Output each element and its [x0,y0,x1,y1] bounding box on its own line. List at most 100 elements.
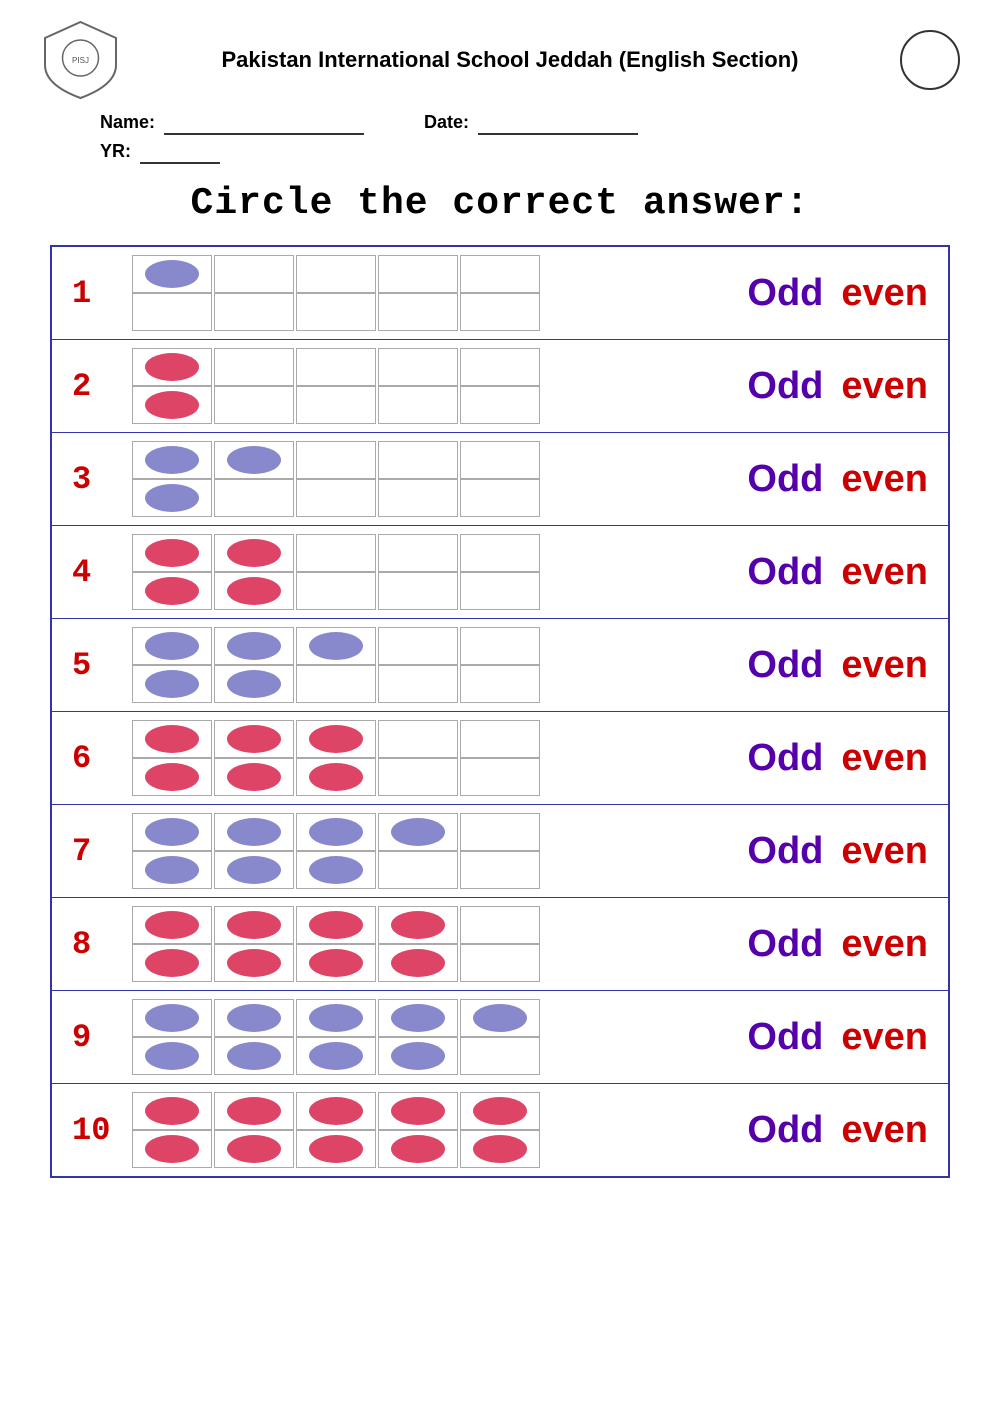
dot-cell [460,627,540,665]
school-name: Pakistan International School Jeddah (En… [140,47,880,73]
form-fields: Name: Date: YR: [100,112,900,164]
oval [391,1004,445,1032]
odd-option[interactable]: Odd [747,272,823,315]
dot-cell [378,348,458,386]
dot-cell [214,534,294,572]
oval [309,1042,363,1070]
dot-cell [296,1130,376,1168]
even-option[interactable]: even [841,272,928,315]
dot-cell [296,479,376,517]
yr-line [140,141,220,164]
dot-cell [378,441,458,479]
dot-cell [378,1092,458,1130]
dot-cell [132,627,212,665]
even-option[interactable]: even [841,365,928,408]
dot-cell [214,627,294,665]
even-option[interactable]: even [841,1016,928,1059]
dot-cell [132,386,212,424]
dot-cell [214,851,294,889]
oval [227,1097,281,1125]
oval [227,911,281,939]
odd-option[interactable]: Odd [747,830,823,873]
question-number: 3 [72,461,132,498]
odd-option[interactable]: Odd [747,365,823,408]
date-line [478,112,638,135]
dot-cell [378,813,458,851]
dot-cell [132,441,212,479]
dot-cell [460,534,540,572]
dot-cell [296,1092,376,1130]
dot-cell [378,665,458,703]
oval [145,539,199,567]
question-number: 10 [72,1112,132,1149]
dot-cell [296,665,376,703]
dots-grid [132,441,540,517]
oval [145,1004,199,1032]
dot-cell [460,1130,540,1168]
dot-cell [296,813,376,851]
dot-cell [460,851,540,889]
even-option[interactable]: even [841,830,928,873]
dot-cell [296,851,376,889]
school-logo: PISJ [40,20,120,100]
odd-option[interactable]: Odd [747,1016,823,1059]
date-field: Date: [424,112,638,135]
odd-option[interactable]: Odd [747,737,823,780]
oval [227,1135,281,1163]
question-number: 9 [72,1019,132,1056]
even-option[interactable]: even [841,458,928,501]
dot-cell [296,720,376,758]
odd-option[interactable]: Odd [747,644,823,687]
oval [227,1004,281,1032]
dot-cell [378,944,458,982]
odd-option[interactable]: Odd [747,551,823,594]
oval [145,260,199,288]
dot-cell [296,758,376,796]
dot-cell [132,758,212,796]
main-title: Circle the correct answer: [40,182,960,225]
dot-cell [214,1037,294,1075]
even-option[interactable]: even [841,644,928,687]
oval [145,577,199,605]
answer-options: Oddeven [747,1016,928,1059]
question-row: 9 Oddeven [52,991,948,1084]
dot-cell [132,720,212,758]
dot-cell [296,627,376,665]
even-option[interactable]: even [841,737,928,780]
dot-cell [296,441,376,479]
dot-cell [296,386,376,424]
oval [391,818,445,846]
oval [473,1135,527,1163]
oval [145,856,199,884]
oval [309,911,363,939]
dot-cell [214,441,294,479]
oval [309,1135,363,1163]
oval [227,725,281,753]
dot-cell [378,720,458,758]
odd-option[interactable]: Odd [747,458,823,501]
oval [145,1097,199,1125]
answer-options: Oddeven [747,458,928,501]
oval [309,1097,363,1125]
dot-cell [378,572,458,610]
oval [391,1097,445,1125]
odd-option[interactable]: Odd [747,923,823,966]
dots-grid [132,906,540,982]
dot-cell [132,1130,212,1168]
even-option[interactable]: even [841,551,928,594]
oval [145,911,199,939]
even-option[interactable]: even [841,923,928,966]
dot-cell [460,572,540,610]
dot-cell [460,386,540,424]
odd-option[interactable]: Odd [747,1109,823,1152]
oval [227,1042,281,1070]
question-number: 5 [72,647,132,684]
even-option[interactable]: even [841,1109,928,1152]
answer-options: Oddeven [747,644,928,687]
answer-options: Oddeven [747,923,928,966]
dot-cell [460,944,540,982]
question-row: 4Oddeven [52,526,948,619]
dot-cell [296,348,376,386]
dot-cell [460,720,540,758]
oval [145,353,199,381]
